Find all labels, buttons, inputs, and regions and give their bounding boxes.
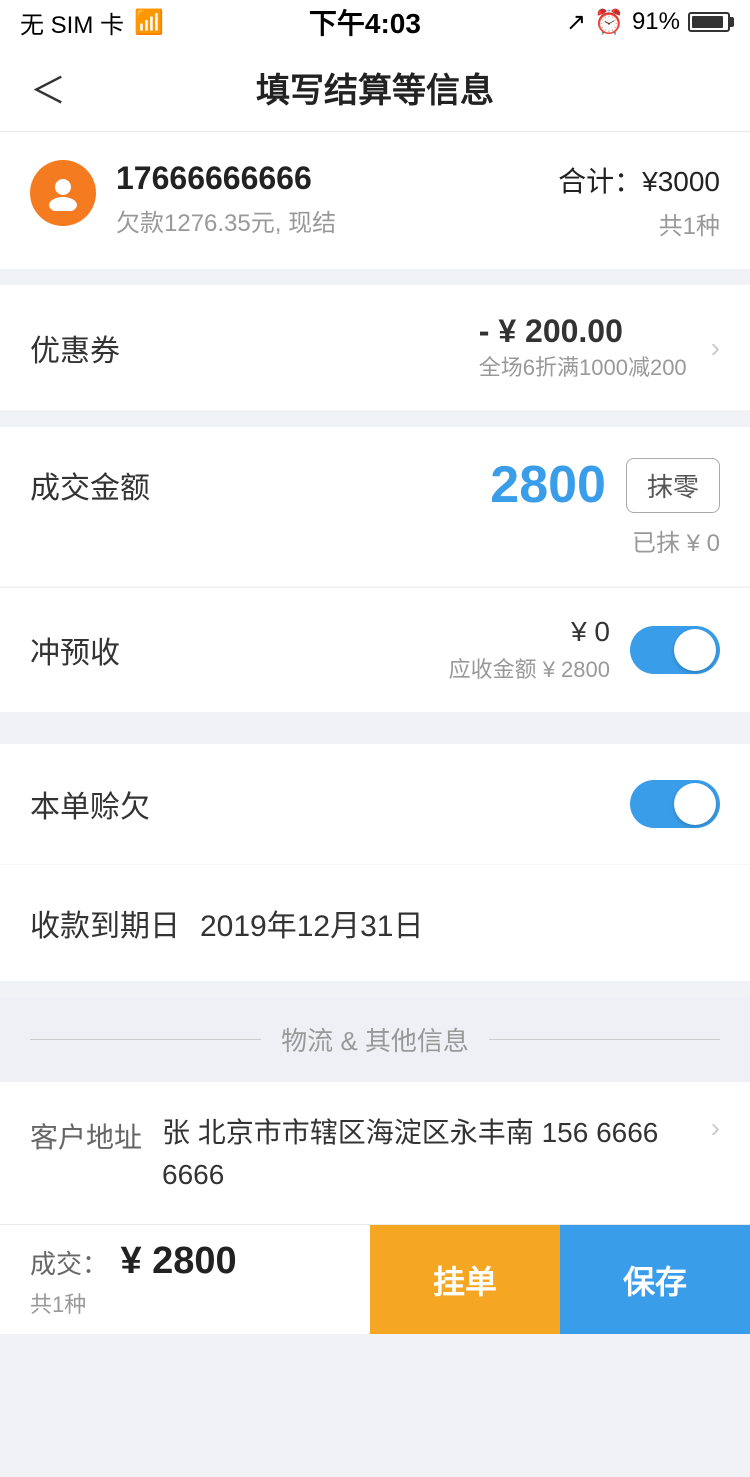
status-left: 无 SIM 卡 📶 — [20, 5, 164, 40]
duedate-value: 2019年12月31日 — [200, 901, 423, 945]
advance-toggle[interactable] — [630, 626, 720, 674]
debt-section: 本单赊欠 — [0, 744, 750, 865]
advance-label: 冲预收 — [30, 628, 120, 672]
wifi-icon: 📶 — [134, 8, 164, 37]
back-button[interactable]: ＜ — [30, 62, 66, 114]
customer-left: 17666666666 欠款1276.35元, 现结 — [30, 160, 336, 238]
coupon-row[interactable]: 优惠券 - ¥ 200.00 全场6折满1000减200 › — [0, 285, 750, 411]
status-right: ↗ ⏰ 91% — [566, 8, 730, 37]
bottom-bar: 成交： ¥ 2800 共1种 挂单 保存 — [0, 1224, 750, 1334]
divider-line-left — [30, 1039, 261, 1040]
logistics-divider: 物流 & 其他信息 — [0, 997, 750, 1082]
customer-info: 17666666666 欠款1276.35元, 现结 — [116, 160, 336, 238]
chevron-right-icon: › — [711, 332, 720, 364]
coupon-label: 优惠券 — [30, 326, 120, 370]
avatar — [30, 160, 96, 226]
bottom-summary: 成交： ¥ 2800 共1种 — [0, 1240, 370, 1319]
debt-label: 本单赊欠 — [30, 782, 150, 826]
transaction-label: 成交金额 — [30, 463, 150, 507]
address-value: 张 北京市市辖区海淀区永丰南 156 6666 6666 — [162, 1112, 703, 1196]
bottom-deal-line: 成交： ¥ 2800 — [30, 1240, 340, 1283]
battery-icon — [688, 12, 730, 32]
address-section[interactable]: 客户地址 张 北京市市辖区海淀区永丰南 156 6666 6666 › — [0, 1082, 750, 1227]
advance-amount: ¥ 0 — [449, 616, 610, 648]
transaction-sub: 已抹 ¥ 0 — [30, 523, 720, 558]
customer-sub: 欠款1276.35元, 现结 — [116, 203, 336, 238]
deal-amount: ¥ 2800 — [120, 1240, 236, 1282]
customer-phone: 17666666666 — [116, 160, 336, 197]
transaction-value: 2800 — [490, 455, 606, 515]
carrier-text: 无 SIM 卡 — [20, 5, 124, 40]
advance-sub: 应收金额 ¥ 2800 — [449, 652, 610, 684]
section-divider-2 — [0, 712, 750, 728]
round-button[interactable]: 抹零 — [626, 458, 720, 513]
advance-amounts: ¥ 0 应收金额 ¥ 2800 — [449, 616, 610, 684]
advance-section: 冲预收 ¥ 0 应收金额 ¥ 2800 — [0, 587, 750, 712]
status-bar: 无 SIM 卡 📶 下午4:03 ↗ ⏰ 91% — [0, 0, 750, 44]
deal-label: 成交： — [30, 1249, 108, 1279]
alarm-icon: ⏰ — [594, 8, 624, 37]
customer-card: 17666666666 欠款1276.35元, 现结 合计：¥3000 共1种 — [0, 132, 750, 269]
amount-value-container: 2800 抹零 — [490, 455, 720, 515]
deal-count: 共1种 — [30, 1287, 340, 1319]
coupon-value: - ¥ 200.00 — [479, 313, 687, 350]
advance-right: ¥ 0 应收金额 ¥ 2800 — [449, 616, 720, 684]
address-chevron-icon: › — [711, 1112, 720, 1144]
status-time: 下午4:03 — [309, 2, 421, 42]
save-button[interactable]: 保存 — [560, 1225, 750, 1334]
battery-text: 91% — [632, 8, 680, 36]
amount-row: 成交金额 2800 抹零 — [30, 455, 720, 515]
coupon-right: - ¥ 200.00 全场6折满1000减200 › — [479, 313, 720, 382]
coupon-sub: 全场6折满1000减200 — [479, 350, 687, 382]
address-label: 客户地址 — [30, 1116, 142, 1156]
section-divider-1 — [0, 411, 750, 427]
toggle-knob — [674, 629, 716, 671]
debt-toggle[interactable] — [630, 780, 720, 828]
duedate-section: 收款到期日 2019年12月31日 — [0, 865, 750, 981]
duedate-label: 收款到期日 — [30, 901, 180, 945]
customer-total: 合计：¥3000 — [558, 160, 720, 200]
page-title: 填写结算等信息 — [86, 63, 664, 112]
nav-bar: ＜ 填写结算等信息 — [0, 44, 750, 132]
location-icon: ↗ — [566, 8, 586, 37]
customer-count: 共1种 — [558, 206, 720, 241]
transaction-section: 成交金额 2800 抹零 已抹 ¥ 0 — [0, 427, 750, 587]
divider-line-right — [489, 1039, 720, 1040]
pending-button[interactable]: 挂单 — [370, 1225, 560, 1334]
divider-text: 物流 & 其他信息 — [281, 1021, 469, 1058]
debt-toggle-knob — [674, 783, 716, 825]
customer-right: 合计：¥3000 共1种 — [558, 160, 720, 241]
